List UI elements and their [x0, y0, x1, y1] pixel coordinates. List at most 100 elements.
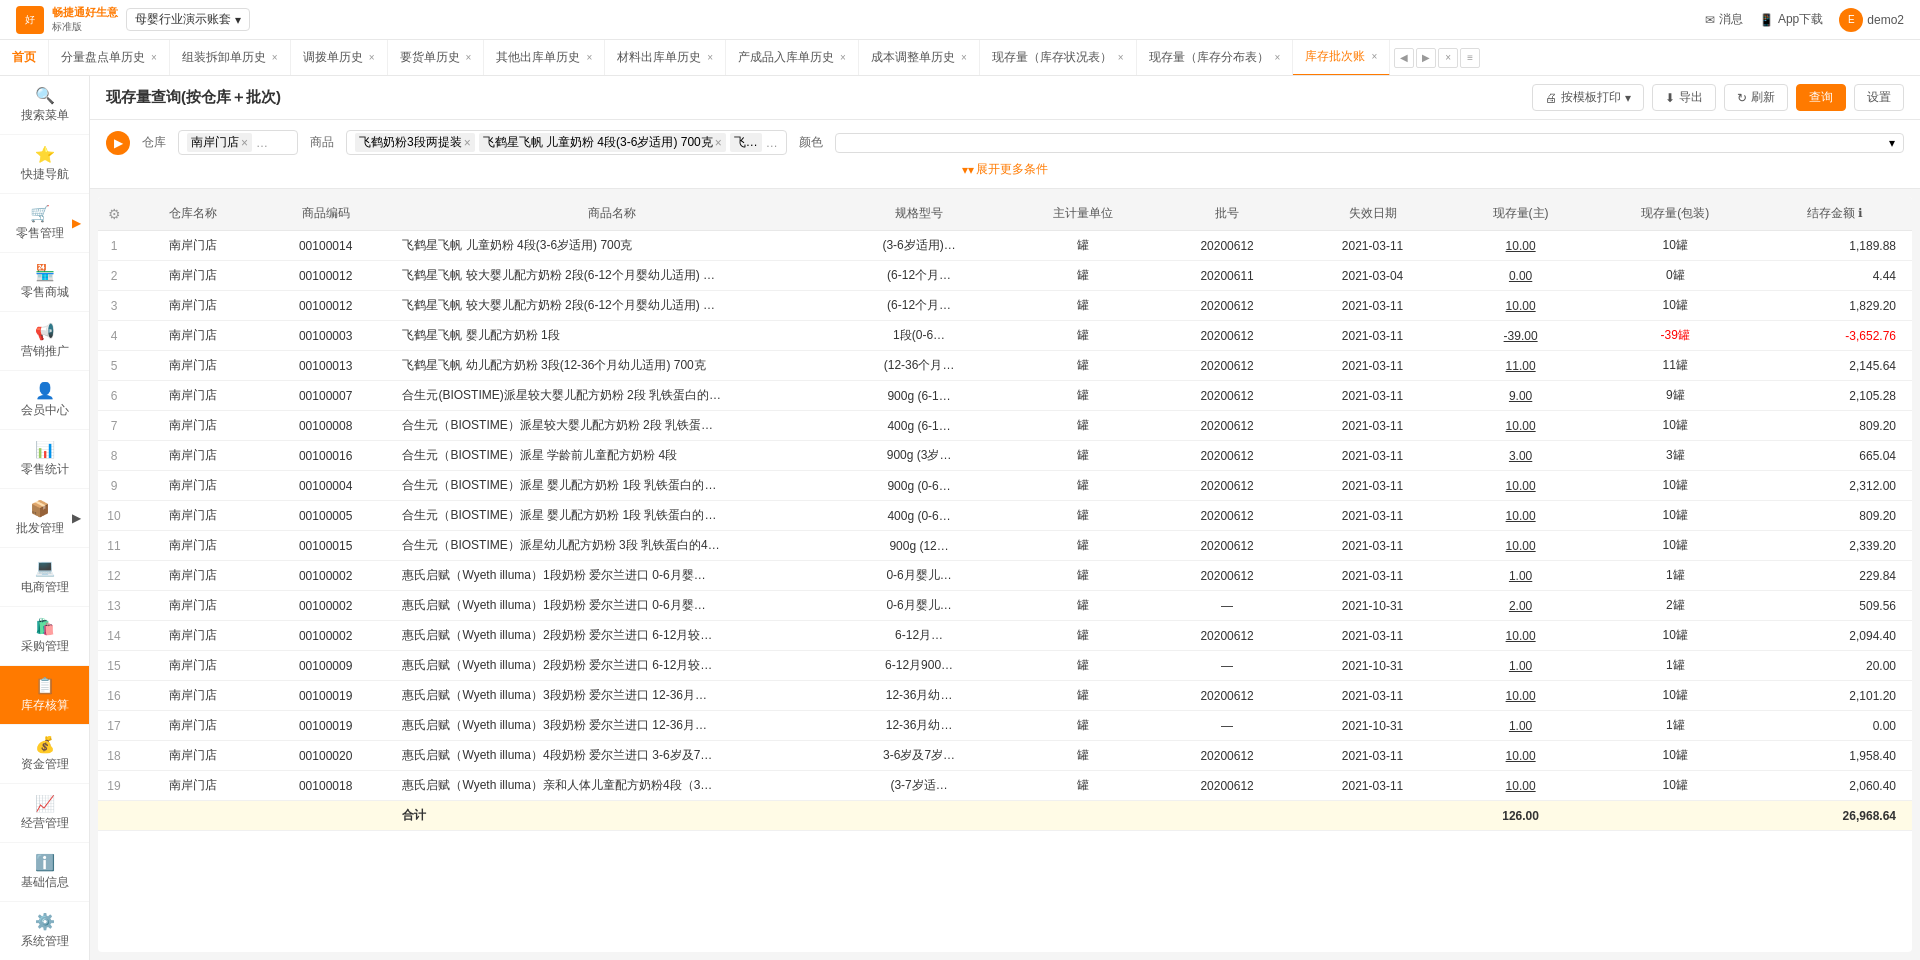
cell-qty-main[interactable]: 10.00	[1449, 681, 1592, 711]
sidebar-item-label: 采购管理	[4, 638, 85, 655]
sidebar-item-system[interactable]: ⚙️ 系统管理	[0, 902, 89, 960]
refresh-button[interactable]: ↻ 刷新	[1724, 84, 1788, 111]
settings-icon[interactable]: ⚙	[108, 206, 121, 222]
cell-qty-main[interactable]: 3.00	[1449, 441, 1592, 471]
sidebar-item-purchase[interactable]: 🛍️ 采购管理	[0, 607, 89, 666]
cell-qty-pack: 1罐	[1592, 651, 1759, 681]
remove-product-tag-1[interactable]: ×	[464, 136, 471, 150]
cell-qty-main[interactable]: 2.00	[1449, 591, 1592, 621]
tab-chanchengpinruku[interactable]: 产成品入库单历史 ×	[726, 40, 859, 76]
cell-qty-main[interactable]: 10.00	[1449, 291, 1592, 321]
close-icon[interactable]: ×	[1371, 51, 1377, 62]
close-icon[interactable]: ×	[466, 52, 472, 63]
cell-qty-main[interactable]: 0.00	[1449, 261, 1592, 291]
tab-kucun-batch[interactable]: 库存批次账 ×	[1293, 40, 1390, 76]
close-icon[interactable]: ×	[586, 52, 592, 63]
app-download-button[interactable]: 📱 App下载	[1759, 11, 1823, 28]
nav-prev-arrow[interactable]: ◀	[1394, 48, 1414, 68]
close-icon[interactable]: ×	[369, 52, 375, 63]
close-icon[interactable]: ×	[1118, 52, 1124, 63]
sidebar-item-label: 基础信息	[4, 874, 85, 891]
remove-product-tag-2[interactable]: ×	[715, 136, 722, 150]
tab-cailiaochuku[interactable]: 材料出库单历史 ×	[605, 40, 726, 76]
sidebar-item-ecommerce[interactable]: 💻 电商管理	[0, 548, 89, 607]
cell-qty-main[interactable]: 10.00	[1449, 411, 1592, 441]
cell-qty-main[interactable]: 10.00	[1449, 531, 1592, 561]
cell-qty-main[interactable]: 11.00	[1449, 351, 1592, 381]
cell-qty-main[interactable]: 10.00	[1449, 771, 1592, 801]
user-menu[interactable]: E demo2	[1839, 8, 1904, 32]
query-button[interactable]: 查询	[1796, 84, 1846, 111]
col-settings[interactable]: ⚙	[98, 197, 130, 231]
filter-dots[interactable]: …	[256, 136, 268, 150]
cell-qty-main[interactable]: 9.00	[1449, 381, 1592, 411]
account-selector[interactable]: 母婴行业演示账套 ▾	[126, 8, 250, 31]
sidebar-item-inventory[interactable]: 📋 库存核算	[0, 666, 89, 725]
close-icon[interactable]: ×	[840, 52, 846, 63]
table-row: 11南岸门店00100015合生元（BIOSTIME）派星幼儿配方奶粉 3段 乳…	[98, 531, 1912, 561]
sidebar-item-member[interactable]: 👤 会员中心	[0, 371, 89, 430]
sidebar-item-basicinfo[interactable]: ℹ️ 基础信息	[0, 843, 89, 902]
cell-qty-main[interactable]: 10.00	[1449, 471, 1592, 501]
cell-code: 00100012	[257, 261, 395, 291]
cell-qty-main[interactable]: 10.00	[1449, 231, 1592, 261]
tab-xiancunliang-status[interactable]: 现存量（库存状况表）×	[980, 40, 1137, 76]
cell-qty-main[interactable]: 1.00	[1449, 711, 1592, 741]
nav-close-arrow[interactable]: ×	[1438, 48, 1458, 68]
cell-balance: 2,339.20	[1758, 531, 1912, 561]
messages-button[interactable]: ✉ 消息	[1705, 11, 1743, 28]
sidebar-item-retail-shop[interactable]: 🏪 零售商城	[0, 253, 89, 312]
sidebar-item-label: 搜索菜单	[4, 107, 85, 124]
cell-qty-main[interactable]: 10.00	[1449, 741, 1592, 771]
sidebar-item-wholesale[interactable]: 📦 批发管理 ▶	[0, 489, 89, 548]
sidebar-item-search[interactable]: 🔍 搜索菜单	[0, 76, 89, 135]
product-filter-input[interactable]: 飞鹤奶粉3段两提装 × 飞鹤星飞帆 儿童奶粉 4段(3-6岁适用) 700克 ×…	[346, 130, 787, 155]
cell-qty-pack: 10罐	[1592, 531, 1759, 561]
nav-next-arrow[interactable]: ▶	[1416, 48, 1436, 68]
cell-qty-main[interactable]: 10.00	[1449, 501, 1592, 531]
cell-qty-main[interactable]: -39.00	[1449, 321, 1592, 351]
logo-icon: 好	[16, 6, 44, 34]
close-icon[interactable]: ×	[961, 52, 967, 63]
cell-qty-main[interactable]: 1.00	[1449, 561, 1592, 591]
sidebar-item-retail-mgmt[interactable]: 🛒 零售管理 ▶	[0, 194, 89, 253]
tab-zuzhuangchaichu[interactable]: 组装拆卸单历史 ×	[170, 40, 291, 76]
close-icon[interactable]: ×	[151, 52, 157, 63]
warehouse-filter-input[interactable]: 南岸门店 × …	[178, 130, 298, 155]
template-print-button[interactable]: 🖨 按模板打印 ▾	[1532, 84, 1644, 111]
remove-warehouse-tag[interactable]: ×	[241, 136, 248, 150]
tab-yaohuo[interactable]: 要货单历史 ×	[388, 40, 485, 76]
cell-name: 惠氏启赋（Wyeth illuma）2段奶粉 爱尔兰进口 6-12月较…	[394, 621, 830, 651]
cell-qty-main[interactable]: 1.00	[1449, 651, 1592, 681]
tab-chengbenhistory[interactable]: 成本调整单历史 ×	[859, 40, 980, 76]
filter-dots-product[interactable]: …	[766, 136, 778, 150]
page-title: 现存量查询(按仓库＋批次)	[106, 88, 281, 107]
sidebar-item-label: 系统管理	[4, 933, 85, 950]
table-row: 10南岸门店00100005合生元（BIOSTIME）派星 婴儿配方奶粉 1段 …	[98, 501, 1912, 531]
tab-home[interactable]: 首页	[0, 40, 49, 76]
sidebar-item-label: 电商管理	[4, 579, 85, 596]
expand-conditions-button[interactable]: ▾▾ 展开更多条件	[962, 161, 1048, 178]
sidebar-item-marketing[interactable]: 📢 营销推广	[0, 312, 89, 371]
sidebar-item-quicknav[interactable]: ⭐ 快捷导航	[0, 135, 89, 194]
tab-xiancunliang-dist[interactable]: 现存量（库存分布表）×	[1137, 40, 1294, 76]
tab-qitachuku[interactable]: 其他出库单历史 ×	[484, 40, 605, 76]
sidebar-item-finance[interactable]: 💰 资金管理	[0, 725, 89, 784]
color-filter-input[interactable]: ▾	[835, 133, 1904, 153]
cell-qty-main[interactable]: 10.00	[1449, 621, 1592, 651]
expand-left-button[interactable]: ▶	[106, 131, 130, 155]
sidebar-item-retail-stats[interactable]: 📊 零售统计	[0, 430, 89, 489]
cell-warehouse: 南岸门店	[130, 591, 257, 621]
tab-diaobodanhistory[interactable]: 调拨单历史 ×	[291, 40, 388, 76]
message-icon: ✉	[1705, 13, 1715, 27]
cell-batch: 20200612	[1158, 741, 1296, 771]
settings-button[interactable]: 设置	[1854, 84, 1904, 111]
close-icon[interactable]: ×	[707, 52, 713, 63]
cell-batch: 20200612	[1158, 321, 1296, 351]
nav-menu-arrow[interactable]: ≡	[1460, 48, 1480, 68]
close-icon[interactable]: ×	[1275, 52, 1281, 63]
sidebar-item-operations[interactable]: 📈 经营管理	[0, 784, 89, 843]
tab-fenliangpandian[interactable]: 分量盘点单历史 ×	[49, 40, 170, 76]
export-button[interactable]: ⬇ 导出	[1652, 84, 1716, 111]
close-icon[interactable]: ×	[272, 52, 278, 63]
